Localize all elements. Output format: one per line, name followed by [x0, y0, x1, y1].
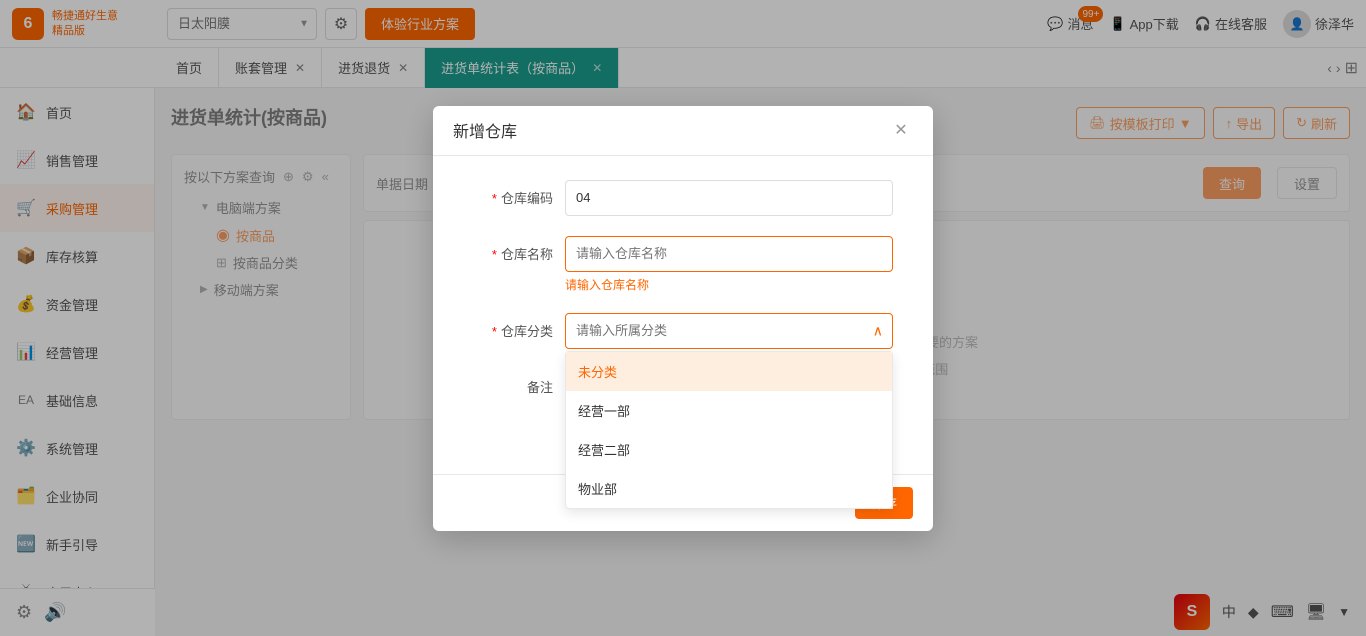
dialog-title: 新增仓库: [453, 118, 517, 142]
dialog-body: 仓库编码 仓库名称 请输入仓库名称 仓库分类 ∧: [433, 156, 933, 474]
dropdown-item-dept2[interactable]: 经营二部: [566, 430, 892, 469]
warehouse-name-label: 仓库名称: [473, 236, 553, 263]
warehouse-category-input[interactable]: [565, 313, 893, 349]
warehouse-name-input[interactable]: [565, 236, 893, 272]
category-select-wrapper: ∧: [565, 313, 893, 349]
dialog-header: 新增仓库 ✕: [433, 106, 933, 156]
dialog-close-button[interactable]: ✕: [889, 118, 913, 142]
warehouse-code-control: [565, 180, 893, 216]
warehouse-name-error: 请输入仓库名称: [565, 276, 893, 293]
warehouse-name-row: 仓库名称 请输入仓库名称: [473, 236, 893, 293]
remark-label: 备注: [473, 369, 553, 396]
dropdown-item-uncategorized[interactable]: 未分类: [566, 352, 892, 391]
warehouse-code-input[interactable]: [565, 180, 893, 216]
category-dropdown: 未分类 经营一部 经营二部 物业部: [565, 351, 893, 509]
warehouse-category-row: 仓库分类 ∧ 未分类 经营一部 经营二部 物业部: [473, 313, 893, 349]
new-warehouse-dialog: 新增仓库 ✕ 仓库编码 仓库名称 请输入仓库名称 仓库分类: [433, 106, 933, 531]
warehouse-code-row: 仓库编码: [473, 180, 893, 216]
modal-overlay: 新增仓库 ✕ 仓库编码 仓库名称 请输入仓库名称 仓库分类: [0, 0, 1366, 636]
warehouse-code-label: 仓库编码: [473, 180, 553, 207]
warehouse-category-control: ∧ 未分类 经营一部 经营二部 物业部: [565, 313, 893, 349]
dropdown-item-dept1[interactable]: 经营一部: [566, 391, 892, 430]
warehouse-name-control: 请输入仓库名称: [565, 236, 893, 293]
dropdown-item-dept3[interactable]: 物业部: [566, 469, 892, 508]
warehouse-category-label: 仓库分类: [473, 313, 553, 340]
